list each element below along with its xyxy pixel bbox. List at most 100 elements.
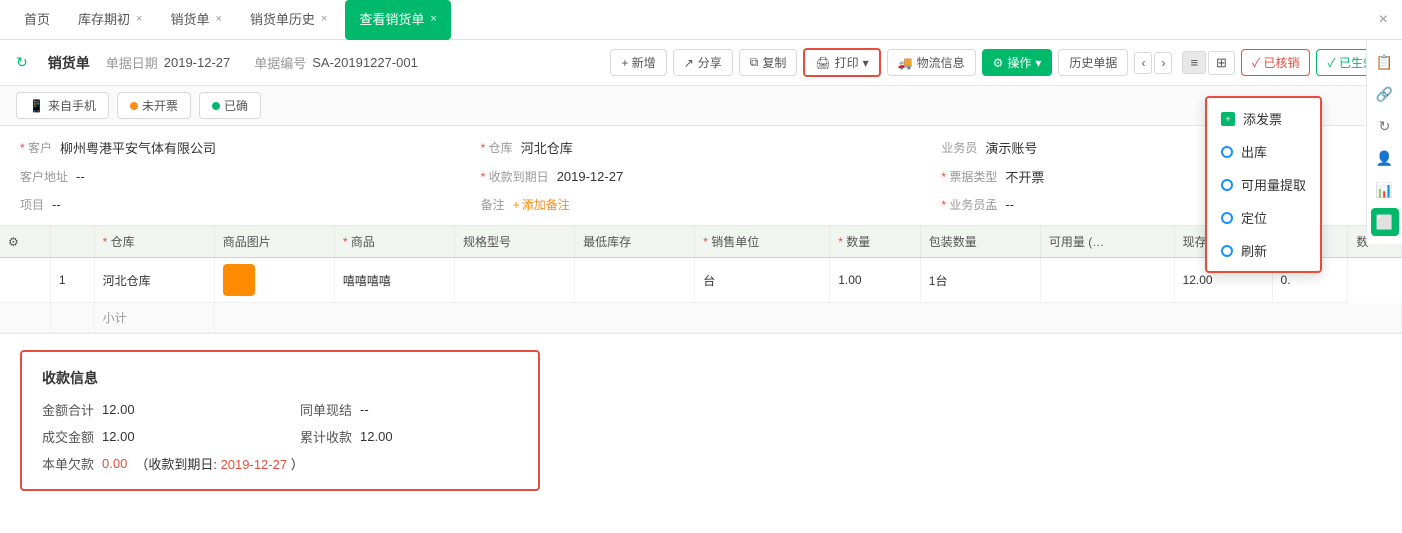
col-available: 可用量 (… <box>1040 226 1174 258</box>
table-row: 1 河北仓库 嘻嘻嘻嘻 台 1.00 1台 12.00 0. <box>0 258 1402 303</box>
salesperson2-value: -- <box>1005 197 1014 212</box>
sidebar-icon-chart[interactable]: 📊 <box>1371 176 1399 204</box>
subtotal-num <box>50 303 94 333</box>
row-quantity: 1.00 <box>830 258 921 303</box>
prev-button[interactable]: ‹ <box>1134 52 1152 74</box>
date-value: 2019-12-27 <box>164 55 231 70</box>
list-view-button[interactable]: ≡ <box>1182 51 1206 74</box>
dropdown-out-warehouse[interactable]: 出库 <box>1207 135 1320 168</box>
row-product: 嘻嘻嘻嘻 <box>334 258 454 303</box>
customer-label: 客户 <box>20 139 52 156</box>
same-order-row: 同单现结 -- <box>300 400 518 419</box>
close-view-sales[interactable]: × <box>430 13 436 25</box>
col-product-img: 商品图片 <box>214 226 334 258</box>
cancelled-status: ✓ 已核销 <box>1241 49 1311 76</box>
payment-date-value: 2019-12-27 <box>557 169 624 184</box>
operation-button[interactable]: ⚙ 操作 ▾ <box>982 49 1053 76</box>
sidebar-icon-person[interactable]: 👤 <box>1371 144 1399 172</box>
number-value: SA-20191227-001 <box>312 55 418 70</box>
product-table-wrapper: ⚙ 仓库 商品图片 商品 规格型号 最低库存 销售单位 数量 包装数量 可用量 … <box>0 226 1402 334</box>
sidebar-icon-clipboard[interactable]: 📋 <box>1371 48 1399 76</box>
doc-type-icon: ↻ <box>16 54 28 71</box>
arrears-value: 0.00 <box>102 456 127 471</box>
number-label: 单据编号 <box>254 53 306 72</box>
close-sales-history[interactable]: × <box>321 13 327 25</box>
sidebar-icon-expand[interactable]: ⬜ <box>1371 208 1399 236</box>
product-table: ⚙ 仓库 商品图片 商品 规格型号 最低库存 销售单位 数量 包装数量 可用量 … <box>0 226 1402 333</box>
project-field: 项目 -- <box>20 196 461 213</box>
col-quantity: 数量 <box>830 226 921 258</box>
plus-icon: + <box>513 198 520 212</box>
tab-sales-history[interactable]: 销货单历史 × <box>236 0 341 40</box>
tab-view-sales[interactable]: 查看销货单 × <box>345 0 450 40</box>
from-phone-button[interactable]: 📱 来自手机 <box>16 92 109 119</box>
phone-icon: 📱 <box>29 99 44 113</box>
doc-type-label: 销货单 <box>48 53 90 73</box>
warehouse-label: 仓库 <box>481 139 513 156</box>
salesperson-label: 业务员 <box>941 139 977 156</box>
arrears-note: （收款到期日: 2019-12-27 ） <box>135 454 303 473</box>
locate-icon <box>1221 212 1233 224</box>
tab-sales-order[interactable]: 销货单 × <box>156 0 235 40</box>
col-warehouse: 仓库 <box>94 226 214 258</box>
address-label: 客户地址 <box>20 168 68 185</box>
subtotal-row: 小计 <box>0 303 1402 333</box>
doc-title-area: ↻ 销货单 单据日期 2019-12-27 单据编号 SA-20191227-0… <box>16 53 418 73</box>
close-sales-order[interactable]: × <box>215 13 221 25</box>
row-product-img <box>214 258 334 303</box>
next-button[interactable]: › <box>1154 52 1172 74</box>
address-value: -- <box>76 169 85 184</box>
total-amount-row: 金额合计 12.00 <box>42 400 260 419</box>
warehouse-value: 河北仓库 <box>521 138 573 157</box>
col-gear[interactable]: ⚙ <box>0 226 50 258</box>
grid-view-button[interactable]: ⊞ <box>1208 51 1235 75</box>
dropdown-locate[interactable]: 定位 <box>1207 201 1320 234</box>
row-pack-qty: 1台 <box>920 258 1040 303</box>
payment-date-field: 收款到期日 2019-12-27 <box>481 167 922 186</box>
product-image <box>223 264 255 296</box>
not-opened-button[interactable]: 未开票 <box>117 92 191 119</box>
project-label: 项目 <box>20 196 44 213</box>
row-sales-unit: 台 <box>695 258 830 303</box>
out-warehouse-icon <box>1221 146 1233 158</box>
print-dropdown-arrow: ▾ <box>863 56 869 70</box>
row-min-stock <box>575 258 695 303</box>
salesperson-value: 演示账号 <box>985 138 1037 157</box>
total-amount-value: 12.00 <box>102 402 135 417</box>
not-opened-dot <box>130 102 138 110</box>
dropdown-refresh[interactable]: 刷新 <box>1207 234 1320 267</box>
total-amount-label: 金额合计 <box>42 400 94 419</box>
col-product: 商品 <box>334 226 454 258</box>
col-min-stock: 最低库存 <box>575 226 695 258</box>
add-note-button[interactable]: + 添加备注 <box>513 196 570 213</box>
customer-field: 客户 柳州粤港平安气体有限公司 <box>20 138 461 157</box>
tab-bar: 首页 库存期初 × 销货单 × 销货单历史 × 查看销货单 × × <box>0 0 1402 40</box>
new-button[interactable]: + 新增 <box>610 49 666 76</box>
refresh-icon <box>1221 245 1233 257</box>
logistics-button[interactable]: 🚚 物流信息 <box>887 49 976 76</box>
row-available <box>1040 258 1174 303</box>
payment-grid: 金额合计 12.00 同单现结 -- 成交金额 12.00 累计收款 12.00… <box>42 400 518 473</box>
cumulative-payment-value: 12.00 <box>360 429 393 444</box>
history-button[interactable]: 历史单据 <box>1058 49 1128 76</box>
tab-inventory-init[interactable]: 库存期初 × <box>64 0 156 40</box>
close-inventory-init[interactable]: × <box>136 13 142 25</box>
sidebar-icon-link[interactable]: 🔗 <box>1371 80 1399 108</box>
subtotal-cells <box>214 303 1401 333</box>
copy-button[interactable]: ⧉ 复制 <box>739 49 798 76</box>
cumulative-payment-label: 累计收款 <box>300 427 352 446</box>
add-invoice-icon: + <box>1221 112 1235 126</box>
dropdown-add-invoice[interactable]: + 添发票 <box>1207 102 1320 135</box>
row-spec <box>455 258 575 303</box>
sidebar-icon-refresh[interactable]: ↻ <box>1371 112 1399 140</box>
close-all-tabs[interactable]: × <box>1375 7 1392 33</box>
document-header: ↻ 销货单 单据日期 2019-12-27 单据编号 SA-20191227-0… <box>0 40 1402 86</box>
transaction-amount-label: 成交金额 <box>42 427 94 446</box>
operation-dropdown: + 添发票 出库 可用量提取 定位 刷新 <box>1205 96 1322 273</box>
share-button[interactable]: ↗ 分享 <box>673 49 733 76</box>
dropdown-available-qty[interactable]: 可用量提取 <box>1207 168 1320 201</box>
print-button[interactable]: 🖨 打印 ▾ <box>803 48 880 77</box>
note-label: 备注 <box>481 196 505 213</box>
tab-home[interactable]: 首页 <box>10 0 64 40</box>
confirm-button[interactable]: 已确 <box>199 92 261 119</box>
